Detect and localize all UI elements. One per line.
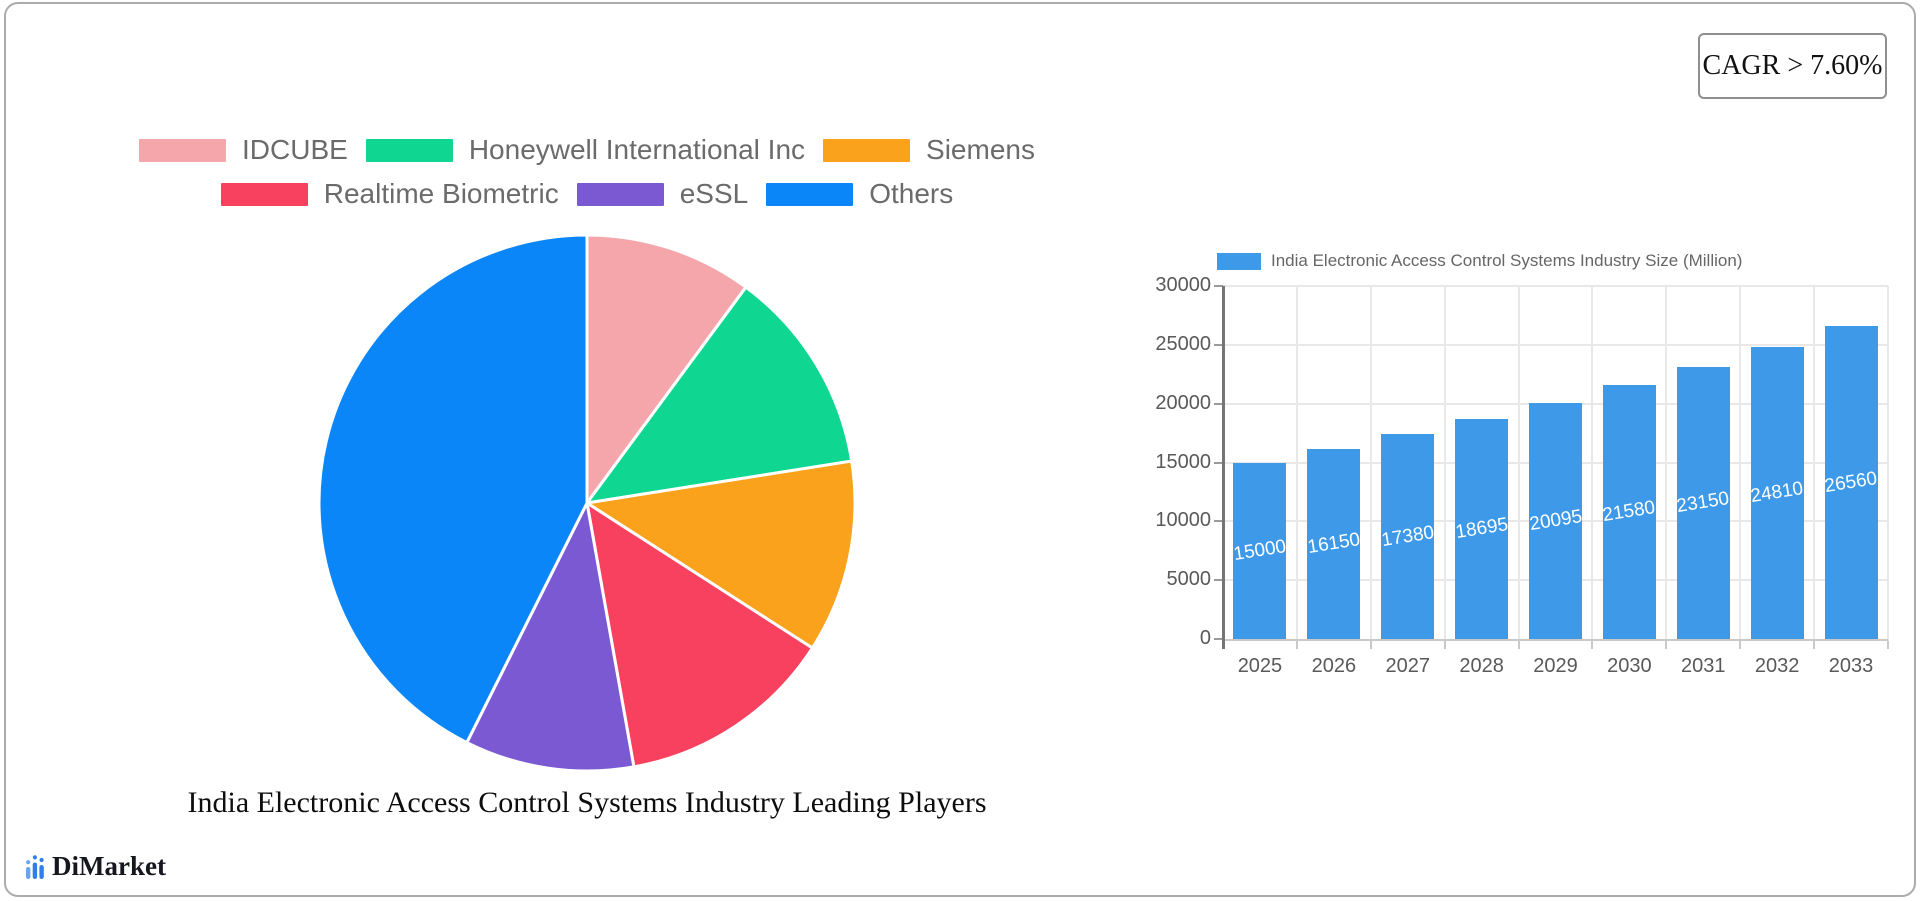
legend-item-label: Honeywell International Inc <box>468 134 806 165</box>
gridline-vertical <box>1887 286 1889 641</box>
gridline-vertical <box>1517 286 1520 641</box>
legend-item-siemens[interactable]: Siemens <box>823 135 1035 165</box>
color-swatch <box>220 182 308 206</box>
brand-wordmark: DiMarket <box>52 851 166 881</box>
legend-item-label: eSSL <box>679 178 749 209</box>
legend-item-others[interactable]: Others <box>766 179 953 209</box>
x-axis-tick <box>1739 641 1742 649</box>
gridline-vertical <box>1591 286 1594 641</box>
legend-item-realtime-biometric[interactable]: Realtime Biometric <box>220 178 559 209</box>
pie-chart-svg <box>317 233 857 773</box>
x-axis-tick <box>1443 641 1446 649</box>
bar-chart-plot-area: 0 5000 10000 15000 20000 25000 30000 15000 2025 1… <box>1155 274 1889 677</box>
x-axis-category-label: 2028 <box>1459 655 1504 677</box>
gridline-horizontal <box>1223 285 1888 287</box>
y-axis-line <box>1222 286 1225 649</box>
legend-item-honeywell[interactable]: Honeywell International Inc <box>365 134 806 165</box>
color-swatch <box>1217 252 1261 270</box>
x-axis-category-label: 2030 <box>1607 655 1652 677</box>
gridline-horizontal <box>1223 343 1888 346</box>
y-axis-tick-label: 20000 <box>1155 391 1211 414</box>
x-axis-category-label: 2027 <box>1385 655 1430 677</box>
bar-legend-label: India Electronic Access Control Systems … <box>1271 251 1743 270</box>
cagr-badge: CAGR > 7.60% <box>1698 33 1887 99</box>
x-axis-tick <box>1369 641 1372 649</box>
x-axis-category-label: 2033 <box>1828 655 1874 677</box>
x-axis-category-label: 2029 <box>1533 655 1578 677</box>
y-axis-tick-label: 5000 <box>1166 568 1212 591</box>
gridline-vertical <box>1369 286 1372 641</box>
color-swatch <box>139 138 227 162</box>
color-swatch <box>823 138 911 162</box>
x-axis-tick <box>1665 641 1668 649</box>
x-axis-category-label: 2025 <box>1237 655 1283 677</box>
gridline-vertical <box>1443 286 1446 641</box>
color-swatch <box>576 182 664 206</box>
x-axis-tick <box>1295 641 1298 649</box>
mini-bar-chart-icon <box>26 854 44 879</box>
legend-item-essl[interactable]: eSSL <box>576 178 749 209</box>
legend-item-idcube[interactable]: IDCUBE <box>139 135 348 165</box>
bar-chart-legend[interactable]: India Electronic Access Control Systems … <box>1217 251 1742 271</box>
legend-item-label: Realtime Biometric <box>323 178 559 209</box>
y-axis-tick-label: 10000 <box>1155 509 1211 532</box>
x-axis-category-label: 2031 <box>1681 655 1726 677</box>
pie-legend-row-2: Realtime Biometric eSSL Others <box>220 178 953 209</box>
cagr-text: CAGR > 7.60% <box>1702 50 1883 81</box>
brand-logo: DiMarket <box>25 851 166 882</box>
pie-legend: IDCUBE Honeywell International Inc Sieme… <box>0 135 1174 209</box>
gridline-vertical <box>1295 286 1298 641</box>
report-card: CAGR > 7.60% IDCUBE Honeywell Internatio… <box>0 0 1920 901</box>
y-axis-tick-label: 30000 <box>1155 274 1211 296</box>
pie-chart-title: India Electronic Access Control Systems … <box>187 786 987 819</box>
x-axis-tick <box>1517 641 1520 649</box>
legend-item-label: Others <box>869 178 954 209</box>
x-axis-category-label: 2032 <box>1754 655 1800 677</box>
x-axis-tick <box>1591 641 1594 649</box>
gridline-vertical <box>1813 286 1816 641</box>
x-axis-line <box>1223 639 1888 641</box>
x-axis-tick <box>1813 641 1816 649</box>
y-axis-tick-label: 15000 <box>1155 450 1211 473</box>
pie-chart <box>316 232 858 774</box>
color-swatch <box>365 138 453 162</box>
color-swatch <box>766 182 854 206</box>
pie-legend-row-1: IDCUBE Honeywell International Inc Sieme… <box>139 135 1035 165</box>
x-axis-tick <box>1887 641 1889 649</box>
y-axis-tick-label: 0 <box>1199 627 1211 649</box>
gridline-vertical <box>1665 286 1668 641</box>
legend-item-label: Siemens <box>926 134 1035 165</box>
gridline-vertical <box>1739 286 1742 641</box>
y-axis-tick-label: 25000 <box>1155 332 1211 355</box>
x-axis-category-label: 2026 <box>1311 655 1357 677</box>
legend-item-label: IDCUBE <box>242 134 348 165</box>
